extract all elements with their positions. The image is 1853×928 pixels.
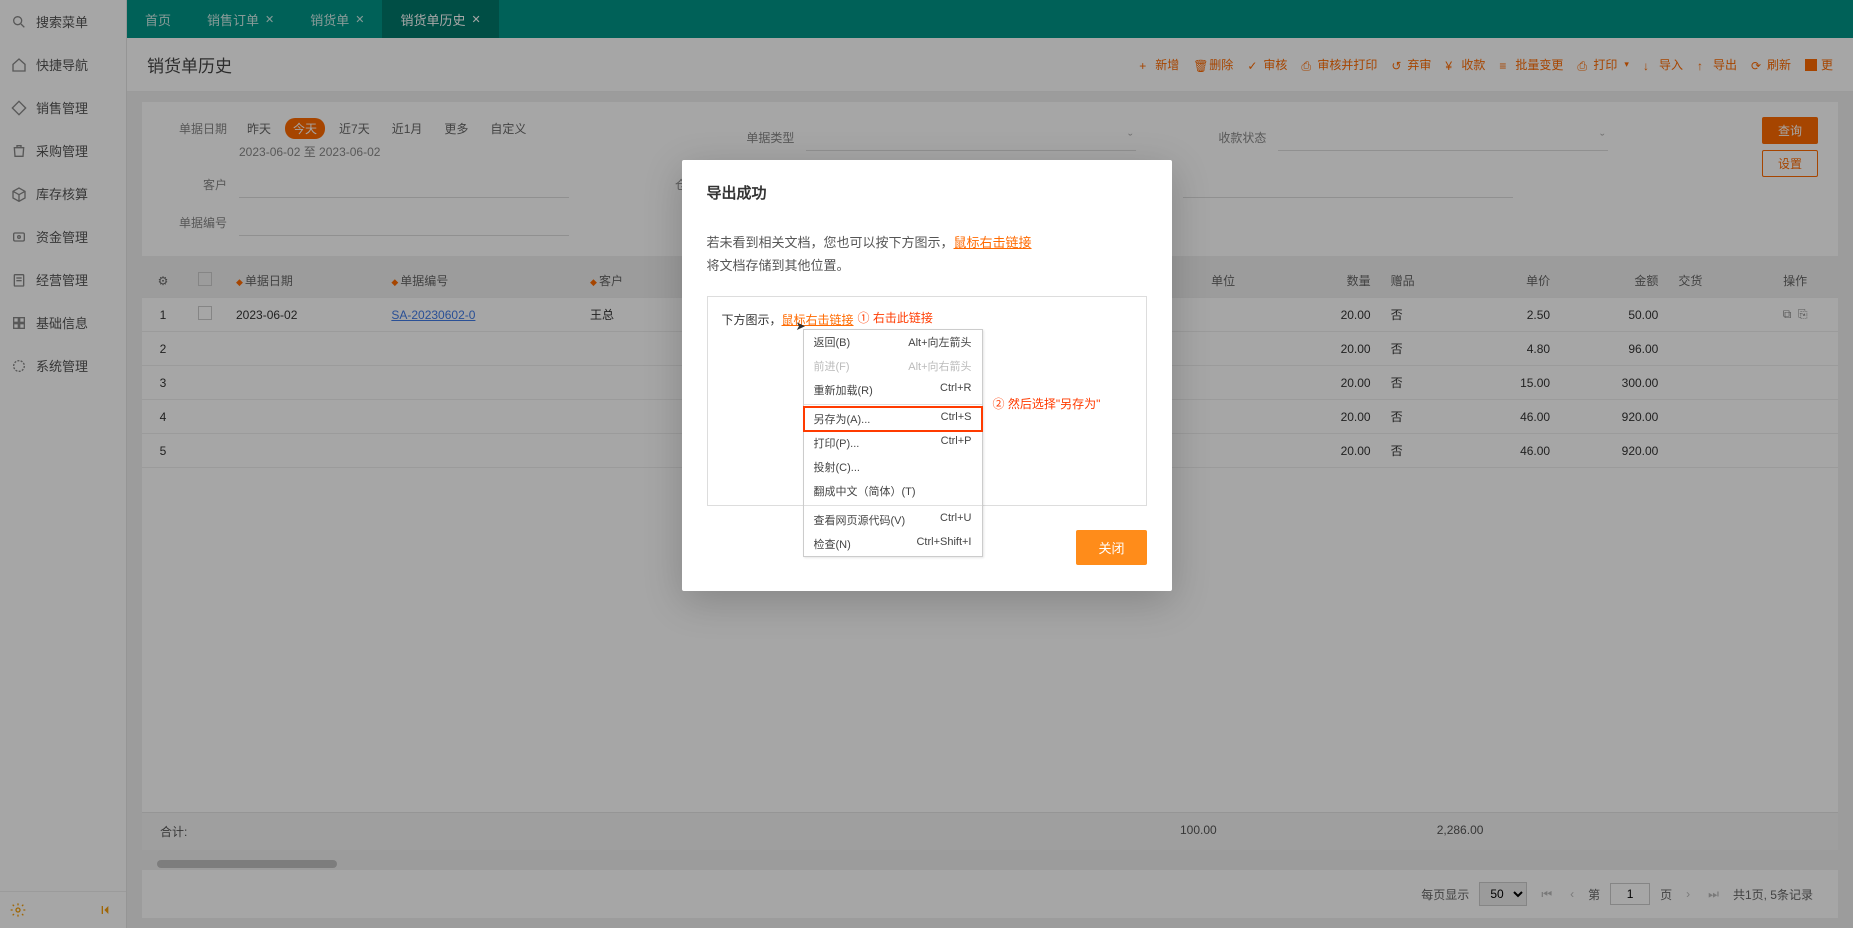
context-menu-item: 查看网页源代码(V)Ctrl+U bbox=[804, 508, 982, 532]
context-menu-item: 前进(F)Alt+向右箭头 bbox=[804, 354, 982, 378]
context-menu-item: 另存为(A)...Ctrl+S bbox=[804, 407, 982, 431]
close-button[interactable]: 关闭 bbox=[1076, 530, 1146, 565]
annotation-1: ① 右击此链接 bbox=[858, 309, 933, 326]
modal-description: 若未看到相关文档，您也可以按下方图示，鼠标右击链接 将文档存储到其他位置。 bbox=[707, 231, 1147, 278]
context-menu-item: 投射(C)... bbox=[804, 455, 982, 479]
right-click-link[interactable]: 鼠标右击链接 bbox=[954, 235, 1032, 250]
example-link: 鼠标右击链接 bbox=[782, 313, 854, 327]
context-menu-item: 检查(N)Ctrl+Shift+I bbox=[804, 532, 982, 556]
modal-instruction-image: 下方图示，鼠标右击链接 ➤ ① 右击此链接 返回(B)Alt+向左箭头前进(F)… bbox=[707, 296, 1147, 506]
context-menu-item: 打印(P)...Ctrl+P bbox=[804, 431, 982, 455]
context-menu-item: 翻成中文（简体）(T) bbox=[804, 479, 982, 503]
context-menu-example: 返回(B)Alt+向左箭头前进(F)Alt+向右箭头重新加载(R)Ctrl+R 另… bbox=[803, 329, 983, 557]
modal-title: 导出成功 bbox=[707, 182, 1147, 203]
modal-overlay[interactable]: 导出成功 若未看到相关文档，您也可以按下方图示，鼠标右击链接 将文档存储到其他位… bbox=[0, 0, 1853, 928]
context-menu-item: 返回(B)Alt+向左箭头 bbox=[804, 330, 982, 354]
annotation-2: ② 然后选择"另存为" bbox=[993, 395, 1101, 412]
export-success-modal: 导出成功 若未看到相关文档，您也可以按下方图示，鼠标右击链接 将文档存储到其他位… bbox=[682, 160, 1172, 591]
context-menu-item: 重新加载(R)Ctrl+R bbox=[804, 378, 982, 402]
